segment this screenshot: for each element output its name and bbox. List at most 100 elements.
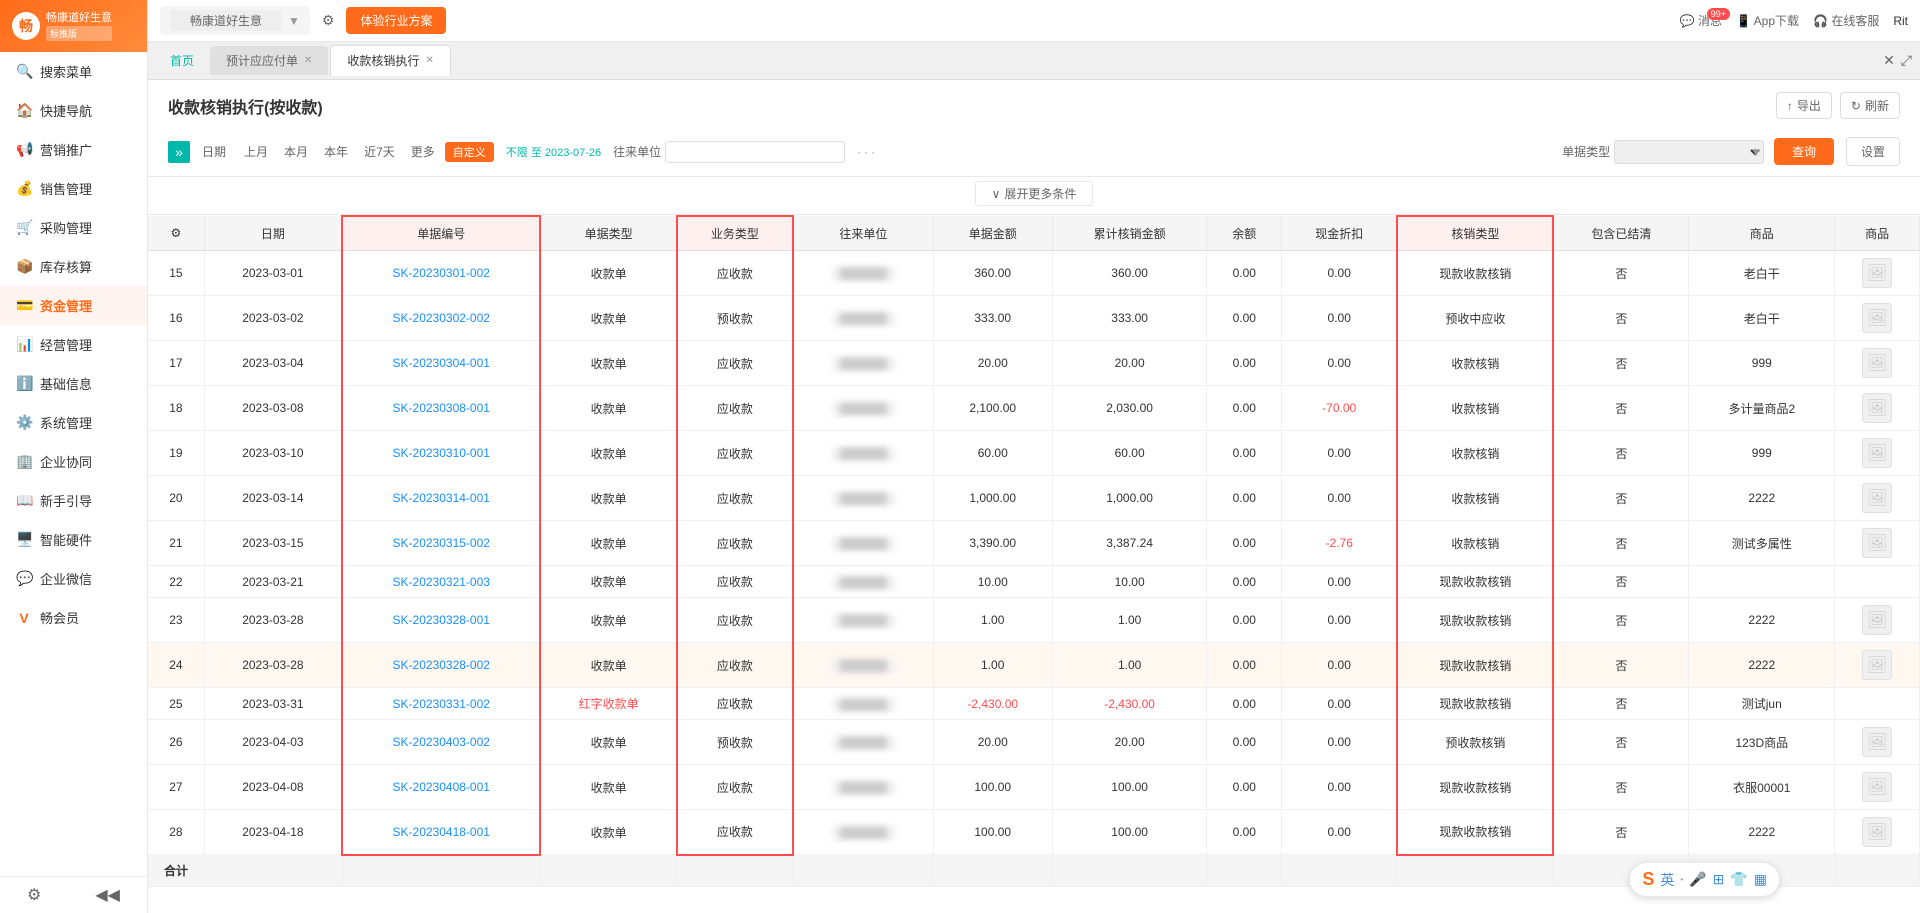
query-button[interactable]: 查询 [1774, 138, 1834, 165]
cell-date: 2023-03-28 [204, 643, 342, 688]
date-opt-more[interactable]: 更多 [405, 141, 441, 162]
logo-badge: 标推版 [46, 26, 112, 41]
cell-partner: ██████ [793, 476, 933, 521]
cell-cash-discount: 0.00 [1282, 598, 1398, 643]
table-row: 222023-03-21SK-20230321-003收款单应收款██████1… [148, 566, 1920, 598]
cell-bill-no[interactable]: SK-20230301-002 [342, 251, 540, 296]
col-include-settled: 包含已结清 [1553, 216, 1688, 251]
online-service[interactable]: 🎧 在线客服 [1813, 12, 1879, 29]
cell-bill-amount: 333.00 [933, 296, 1052, 341]
sidebar-item-member[interactable]: V 畅会员 [0, 598, 147, 637]
settings-icon[interactable]: ⚙ [27, 885, 41, 905]
tab-receipt[interactable]: 收款核销执行 ✕ [330, 45, 450, 76]
cell-include-settled: 否 [1553, 566, 1688, 598]
cell-bill-no[interactable]: SK-20230308-001 [342, 386, 540, 431]
sidebar-item-quicknav[interactable]: 🏠 快捷导航 [0, 91, 147, 130]
sidebar-item-operation[interactable]: 📊 经营管理 [0, 325, 147, 364]
cell-cumulative: 100.00 [1052, 810, 1207, 855]
cell-cumulative: 2,030.00 [1052, 386, 1207, 431]
sidebar-item-guide[interactable]: 📖 新手引导 [0, 481, 147, 520]
cell-bill-type: 收款单 [540, 521, 676, 566]
cell-seq: 26 [148, 720, 204, 765]
tab-close-payable[interactable]: ✕ [304, 55, 312, 66]
message-area[interactable]: 💬 消息 99+ [1680, 12, 1722, 29]
sidebar-item-marketing[interactable]: 📢 营销推广 [0, 130, 147, 169]
date-opt-thismonth[interactable]: 本月 [278, 141, 314, 162]
marketing-icon: 📢 [16, 141, 32, 158]
settings-button[interactable]: 设置 [1846, 137, 1900, 166]
table-row: 272023-04-08SK-20230408-001收款单应收款██████1… [148, 765, 1920, 810]
tab-expand-icon[interactable]: ⤢ [1901, 52, 1912, 69]
cell-cancel-type: 预收款核销 [1397, 720, 1553, 765]
cell-bill-no[interactable]: SK-20230328-002 [342, 643, 540, 688]
cell-bill-no[interactable]: SK-20230418-001 [342, 810, 540, 855]
cell-bill-no[interactable]: SK-20230408-001 [342, 765, 540, 810]
cell-bill-no[interactable]: SK-20230315-002 [342, 521, 540, 566]
refresh-icon: ↻ [1851, 99, 1861, 113]
cell-bill-no[interactable]: SK-20230328-001 [342, 598, 540, 643]
cell-goods: 测试多属性 [1689, 521, 1835, 566]
topbar-brand[interactable]: 畅康道好生意 ▼ [160, 6, 310, 35]
app-download[interactable]: 📱 App下载 [1736, 12, 1799, 29]
cell-bill-no[interactable]: SK-20230331-002 [342, 688, 540, 720]
cell-bill-no[interactable]: SK-20230321-003 [342, 566, 540, 598]
cell-bill-no[interactable]: SK-20230302-002 [342, 296, 540, 341]
cell-cumulative: 60.00 [1052, 431, 1207, 476]
sidebar-item-system[interactable]: ⚙️ 系统管理 [0, 403, 147, 442]
date-custom-button[interactable]: 自定义 [445, 142, 494, 162]
cell-date: 2023-04-08 [204, 765, 342, 810]
tab-home[interactable]: 首页 [156, 46, 208, 75]
expand-conditions-button[interactable]: ∨ 展开更多条件 [975, 181, 1094, 206]
sidebar-item-wechat[interactable]: 💬 企业微信 [0, 559, 147, 598]
collapse-icon[interactable]: ◀◀ [95, 885, 120, 905]
sidebar-item-sales[interactable]: 💰 销售管理 [0, 169, 147, 208]
shirt-icon[interactable]: 👕 [1730, 871, 1747, 888]
chevron-down-icon: ▼ [288, 14, 300, 28]
app-grid-icon[interactable]: ▦ [1754, 871, 1767, 888]
product-thumbnail: 🖼 [1862, 650, 1892, 680]
voucher-type-select[interactable] [1614, 140, 1764, 164]
tab-payable[interactable]: 预计应应付单 ✕ [210, 46, 328, 75]
col-seq: ⚙ [148, 216, 204, 251]
grid-icon[interactable]: ⊞ [1713, 871, 1725, 888]
sidebar-item-hardware[interactable]: 🖥️ 智能硬件 [0, 520, 147, 559]
operation-icon: 📊 [16, 336, 32, 353]
date-opt-lastmonth[interactable]: 上月 [238, 141, 274, 162]
date-opt-7days[interactable]: 近7天 [358, 141, 401, 162]
guide-icon: 📖 [16, 492, 32, 509]
sidebar-item-search[interactable]: 🔍 搜索菜单 [0, 52, 147, 91]
cell-bill-no[interactable]: SK-20230310-001 [342, 431, 540, 476]
cell-biz-type: 应收款 [677, 521, 793, 566]
tab-close-all-icon[interactable]: ✕ [1883, 52, 1895, 69]
export-button[interactable]: ↑ 导出 [1776, 92, 1832, 119]
sidebar-item-inventory[interactable]: 📦 库存核算 [0, 247, 147, 286]
gear-icon[interactable]: ⚙ [322, 12, 335, 29]
refresh-button[interactable]: ↻ 刷新 [1840, 92, 1900, 119]
partner-input[interactable] [665, 141, 845, 163]
user-name[interactable]: Rit [1893, 14, 1908, 28]
sidebar-item-basic[interactable]: ℹ️ 基础信息 [0, 364, 147, 403]
data-table-container[interactable]: ⚙ 日期 单据编号 单据类型 业务类型 往来单位 单据金额 累计核销金额 余额 … [148, 215, 1920, 913]
solution-button[interactable]: 体验行业方案 [346, 7, 446, 34]
date-opt-thisyear[interactable]: 本年 [318, 141, 354, 162]
cell-bill-no[interactable]: SK-20230304-001 [342, 341, 540, 386]
col-bill-type: 单据类型 [540, 216, 676, 251]
sidebar-item-purchase[interactable]: 🛒 采购管理 [0, 208, 147, 247]
filter-toggle-button[interactable]: » [168, 141, 190, 163]
voucher-type-label: 单据类型 [1562, 143, 1610, 160]
sidebar-item-corp[interactable]: 🏢 企业协同 [0, 442, 147, 481]
cell-bill-no[interactable]: SK-20230314-001 [342, 476, 540, 521]
cell-bill-no[interactable]: SK-20230403-002 [342, 720, 540, 765]
cell-biz-type: 应收款 [677, 386, 793, 431]
translate-icon[interactable]: 英 [1660, 870, 1674, 890]
cell-bill-amount: 360.00 [933, 251, 1052, 296]
col-goods: 商品 [1689, 216, 1835, 251]
tab-close-receipt[interactable]: ✕ [425, 55, 433, 66]
mic-icon[interactable]: 🎤 [1689, 871, 1706, 888]
cell-goods [1689, 566, 1835, 598]
sidebar-item-finance[interactable]: 💳 资金管理 [0, 286, 147, 325]
cell-goods: 衣服00001 [1689, 765, 1835, 810]
cell-goods: 2222 [1689, 810, 1835, 855]
cell-bill-type: 收款单 [540, 386, 676, 431]
cell-biz-type: 应收款 [677, 341, 793, 386]
